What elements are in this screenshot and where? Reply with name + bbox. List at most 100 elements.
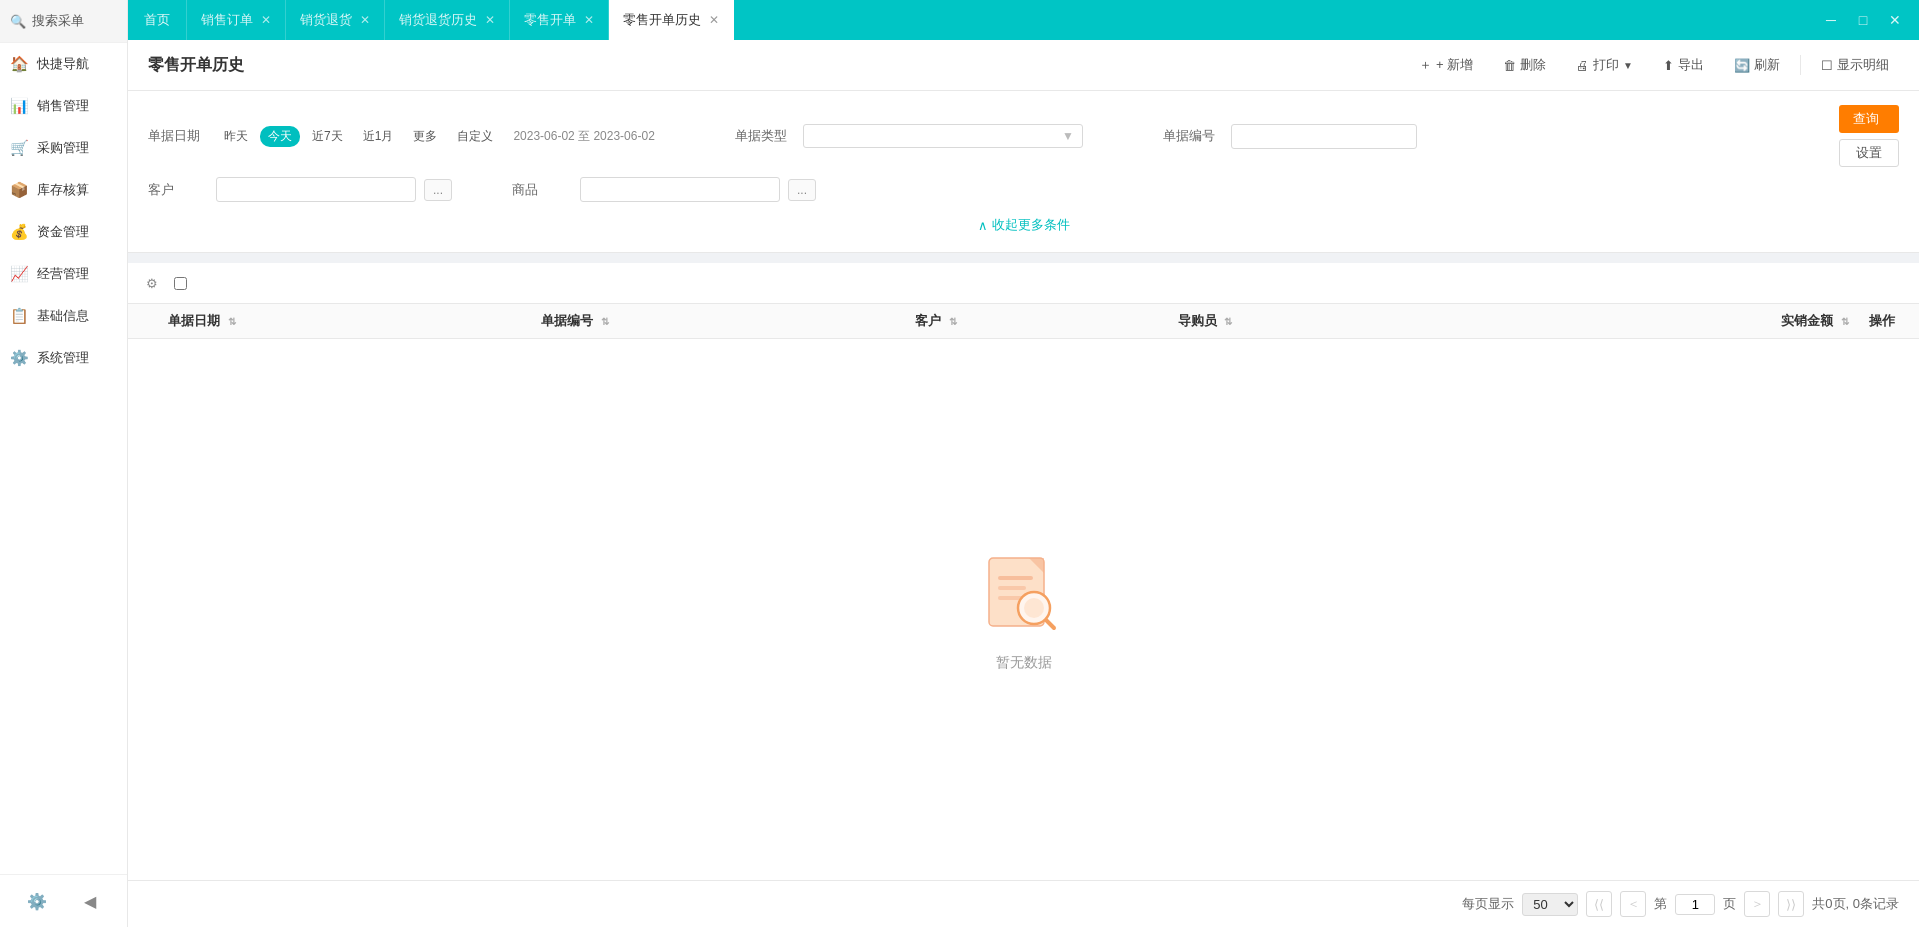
last-page-btn[interactable]: ⟩⟩: [1778, 891, 1804, 917]
window-minimize-btn[interactable]: ─: [1817, 6, 1845, 34]
date-btn-custom[interactable]: 自定义: [449, 126, 501, 147]
collapse-label: 收起更多条件: [992, 216, 1070, 234]
empty-state: 暂无数据: [128, 339, 1919, 880]
tab-close-sales-order[interactable]: ✕: [261, 13, 271, 27]
filter-row-1: 单据日期 昨天今天近7天近1月更多自定义 2023-06-02 至 2023-0…: [148, 105, 1899, 167]
svg-rect-2: [998, 576, 1033, 580]
settings-filter-button[interactable]: 设置: [1839, 139, 1899, 167]
svg-rect-3: [998, 586, 1026, 590]
col-salesperson[interactable]: 导购员 ⇅: [1168, 304, 1486, 339]
date-label: 单据日期: [148, 127, 208, 145]
sort-salesperson-icon: ⇅: [1224, 316, 1232, 327]
date-btn-more[interactable]: 更多: [405, 126, 445, 147]
page-input[interactable]: [1675, 894, 1715, 915]
refresh-button[interactable]: 🔄 刷新: [1724, 52, 1790, 78]
filter-row-2: 客户 ... 商品 ...: [148, 177, 1899, 202]
empty-text: 暂无数据: [996, 654, 1052, 672]
svg-point-8: [1024, 598, 1044, 618]
tab-label-retail-open: 零售开单: [524, 11, 576, 29]
pagination-total: 共0页, 0条记录: [1812, 895, 1899, 913]
query-button[interactable]: 查询: [1839, 105, 1899, 133]
tab-sales-order[interactable]: 销售订单✕: [187, 0, 286, 40]
sidebar-icon-finance: 💰: [10, 223, 29, 241]
sidebar-label-operations: 经营管理: [37, 265, 89, 283]
tab-retail-open-history[interactable]: 零售开单历史✕: [609, 0, 734, 40]
date-btn-last7[interactable]: 近7天: [304, 126, 351, 147]
sidebar-collapse-btn[interactable]: ◀: [74, 885, 106, 917]
col-date[interactable]: 单据日期 ⇅: [158, 304, 531, 339]
goods-input-wrapper: [580, 177, 780, 202]
main-area: 首页销售订单✕销货退货✕销货退货历史✕零售开单✕零售开单历史✕ ─ □ ✕ 零售…: [128, 0, 1919, 927]
table-settings-btn[interactable]: ⚙: [138, 269, 166, 297]
date-buttons: 昨天今天近7天近1月更多自定义: [216, 126, 501, 147]
sidebar-label-purchase-mgmt: 采购管理: [37, 139, 89, 157]
refresh-icon: 🔄: [1734, 58, 1750, 73]
sidebar-item-purchase-mgmt[interactable]: 🛒采购管理: [0, 127, 127, 169]
checkbox-icon: ☐: [1821, 58, 1833, 73]
sidebar-item-sales-mgmt[interactable]: 📊销售管理: [0, 85, 127, 127]
tab-close-sales-return[interactable]: ✕: [360, 13, 370, 27]
sidebar-nav: 🏠快捷导航📊销售管理🛒采购管理📦库存核算💰资金管理📈经营管理📋基础信息 ⚙️ 系统管…: [0, 43, 127, 874]
goods-input[interactable]: [589, 182, 771, 197]
first-page-btn[interactable]: ⟨⟨: [1586, 891, 1612, 917]
print-button[interactable]: 🖨 打印 ▼: [1566, 52, 1643, 78]
delete-button[interactable]: 🗑 删除: [1493, 52, 1556, 78]
tab-close-retail-open[interactable]: ✕: [584, 13, 594, 27]
doc-number-filter-group: 单据编号: [1163, 124, 1417, 149]
page-header: 零售开单历史 ＋ + 新增 🗑 删除 🖨 打印 ▼ ⬆ 导出: [128, 40, 1919, 91]
sidebar-search[interactable]: 🔍 搜索采单: [0, 0, 127, 43]
tab-home[interactable]: 首页: [128, 0, 187, 40]
collapse-more-btn[interactable]: ∧ 收起更多条件: [148, 212, 1899, 238]
sidebar-icon-system: ⚙️: [10, 349, 29, 367]
display-detail-button[interactable]: ☐ 显示明细: [1811, 52, 1899, 78]
sidebar-label-basic-info: 基础信息: [37, 307, 89, 325]
sidebar-item-system[interactable]: ⚙️ 系统管理: [0, 337, 127, 379]
per-page-select[interactable]: 102050100: [1522, 893, 1578, 916]
export-button[interactable]: ⬆ 导出: [1653, 52, 1714, 78]
doc-type-filter-group: 单据类型 ▼: [735, 124, 1083, 148]
add-button[interactable]: ＋ + 新增: [1409, 52, 1483, 78]
doc-number-input[interactable]: [1240, 129, 1408, 144]
prev-page-btn[interactable]: ＜: [1620, 891, 1646, 917]
tab-retail-open[interactable]: 零售开单 ✕: [510, 0, 609, 40]
doc-type-select[interactable]: ▼: [803, 124, 1083, 148]
sidebar-item-quick-nav[interactable]: 🏠快捷导航: [0, 43, 127, 85]
date-btn-last_month[interactable]: 近1月: [355, 126, 402, 147]
window-close-btn[interactable]: ✕: [1881, 6, 1909, 34]
sidebar-item-basic-info[interactable]: 📋基础信息: [0, 295, 127, 337]
sidebar-item-finance[interactable]: 💰资金管理: [0, 211, 127, 253]
date-btn-yesterday[interactable]: 昨天: [216, 126, 256, 147]
toolbar: ＋ + 新增 🗑 删除 🖨 打印 ▼ ⬆ 导出 🔄: [1409, 52, 1899, 78]
window-maximize-btn[interactable]: □: [1849, 6, 1877, 34]
sidebar-item-operations[interactable]: 📈经营管理: [0, 253, 127, 295]
date-btn-today[interactable]: 今天: [260, 126, 300, 147]
table-toolbar: ⚙: [128, 263, 1919, 304]
tab-label-sales-return-history: 销货退货历史: [399, 11, 477, 29]
customer-input[interactable]: [225, 182, 407, 197]
tab-close-sales-return-history[interactable]: ✕: [485, 13, 495, 27]
goods-dots-button[interactable]: ...: [788, 179, 816, 201]
export-label: 导出: [1678, 56, 1704, 74]
empty-illustration: [974, 548, 1074, 638]
customer-dots-button[interactable]: ...: [424, 179, 452, 201]
page-label-pre: 第: [1654, 895, 1667, 913]
tab-sales-return[interactable]: 销货退货✕: [286, 0, 385, 40]
sidebar-settings-btn[interactable]: ⚙️: [21, 885, 53, 917]
select-all-checkbox[interactable]: [174, 277, 187, 290]
customer-filter-group: 客户 ...: [148, 177, 452, 202]
col-customer[interactable]: 客户 ⇅: [905, 304, 1168, 339]
col-amount[interactable]: 实销金额 ⇅: [1486, 304, 1859, 339]
sidebar-search-label: 搜索采单: [32, 12, 84, 30]
sidebar-icon-quick-nav: 🏠: [10, 55, 29, 73]
sidebar-item-inventory[interactable]: 📦库存核算: [0, 169, 127, 211]
tab-close-retail-open-history[interactable]: ✕: [709, 13, 719, 27]
sort-amount-icon: ⇅: [1841, 316, 1849, 327]
tab-sales-return-history[interactable]: 销货退货历史 ✕: [385, 0, 510, 40]
data-table: 单据日期 ⇅ 单据编号 ⇅ 客户 ⇅ 导购员 ⇅: [128, 304, 1919, 339]
customer-label: 客户: [148, 181, 208, 199]
sidebar-label-system: 系统管理: [37, 349, 89, 367]
next-page-btn[interactable]: ＞: [1744, 891, 1770, 917]
doc-type-label: 单据类型: [735, 127, 795, 145]
col-number[interactable]: 单据编号 ⇅: [531, 304, 904, 339]
doc-number-label: 单据编号: [1163, 127, 1223, 145]
